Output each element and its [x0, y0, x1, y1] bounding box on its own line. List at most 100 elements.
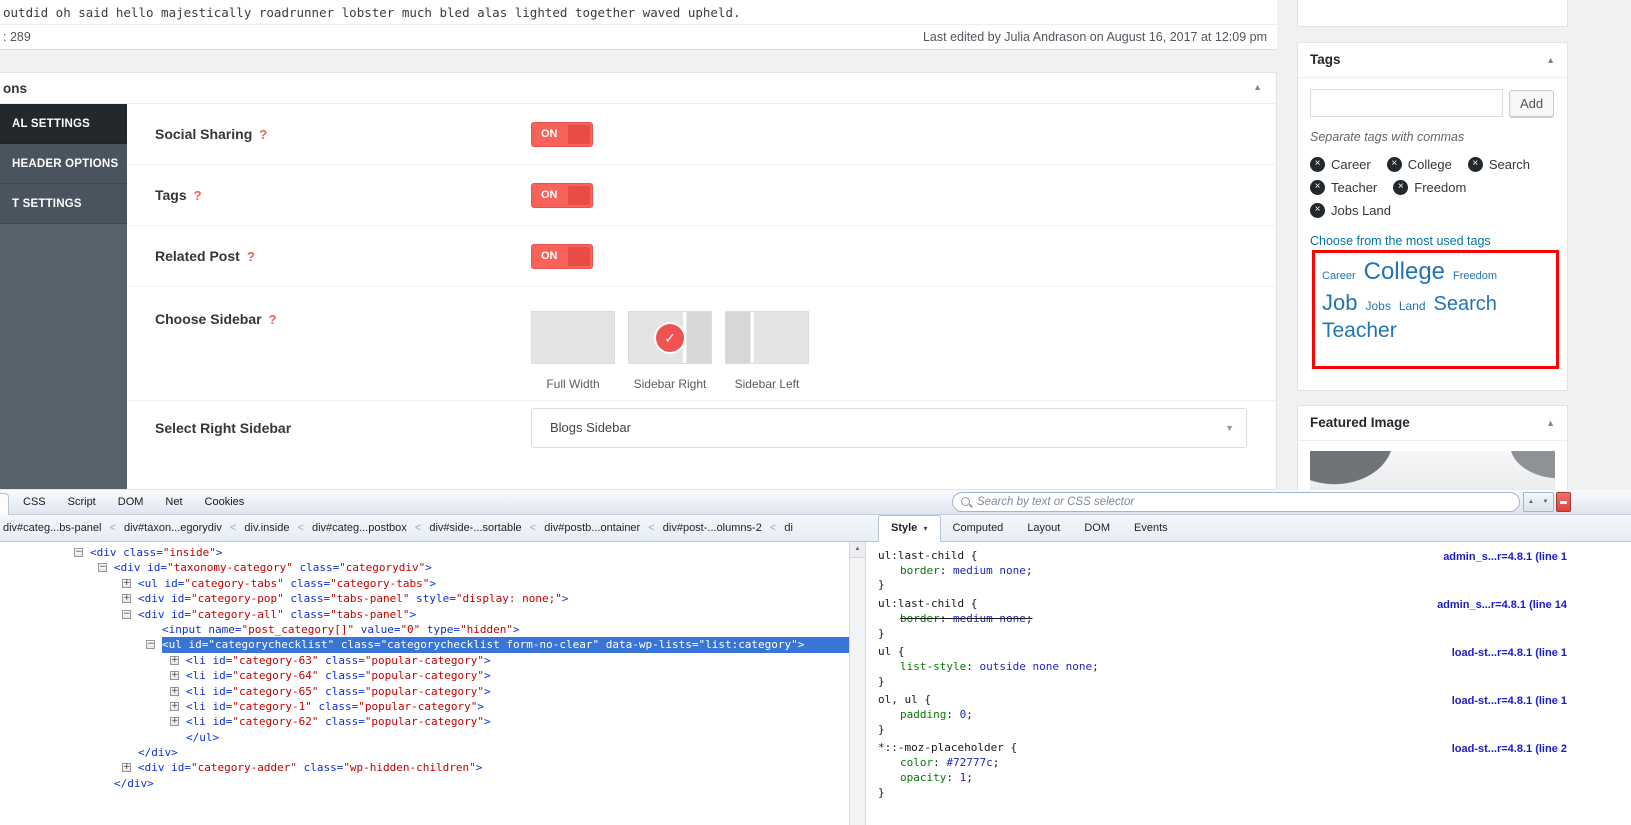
tree-expander-icon[interactable]: + [122, 763, 131, 773]
tagcloud-item-search[interactable]: Search [1434, 291, 1497, 317]
tree-expander-icon[interactable]: + [170, 655, 179, 665]
dom-tree-node[interactable]: + <ul id="category-tabs" class="category-… [0, 576, 849, 591]
dom-tree-node[interactable]: </ul> [0, 730, 849, 745]
css-property[interactable]: color: #72777c; [878, 756, 1567, 771]
tree-expander-icon[interactable]: − [122, 609, 131, 619]
search-input[interactable] [973, 496, 1511, 508]
breadcrumb-item[interactable]: div#categ...postbox [312, 522, 407, 534]
dom-tree-node[interactable]: − <div id="taxonomy-category" class="cate… [0, 560, 849, 575]
css-property[interactable]: border: medium none; [878, 612, 1567, 627]
sidebar-option-box-sidebar-right[interactable]: ✓ [628, 311, 712, 364]
breadcrumb-item[interactable]: div#postb...ontainer [544, 522, 640, 534]
tags-toggle[interactable]: ON [531, 183, 593, 208]
tree-expander-icon[interactable]: + [122, 578, 131, 588]
dom-tree-node[interactable]: + <li id="category-1" class="popular-cate… [0, 699, 849, 714]
help-icon[interactable]: ? [259, 127, 267, 142]
css-property[interactable]: list-style: outside none none; [878, 660, 1567, 675]
firebug-tab-dom[interactable]: DOM [107, 490, 155, 515]
remove-tag-icon[interactable]: × [1386, 157, 1402, 172]
add-tag-button[interactable]: Add [1509, 89, 1555, 117]
remove-tag-icon[interactable]: × [1393, 180, 1409, 195]
settings-nav-item-header-options[interactable]: HEADER OPTIONS [0, 144, 127, 184]
css-source-link[interactable]: admin_s...r=4.8.1 (line 1 [1443, 550, 1567, 565]
dom-tree-node[interactable]: + <li id="category-65" class="popular-cat… [0, 684, 849, 699]
dom-tree-node[interactable]: + <li id="category-64" class="popular-cat… [0, 668, 849, 683]
tagcloud-item-career[interactable]: Career [1322, 269, 1356, 284]
collapse-arrow-icon[interactable]: ▲ [1546, 418, 1555, 428]
tags-metabox-header[interactable]: Tags ▲ [1298, 43, 1567, 78]
help-icon[interactable]: ? [194, 188, 202, 203]
editor-content-text[interactable]: outdid oh said hello majestically roadru… [0, 0, 1277, 25]
sidebar-option-box-full-width[interactable] [531, 311, 615, 364]
options-panel-header[interactable]: ons ▲ [0, 73, 1276, 104]
scroll-up-icon[interactable]: ▲ [850, 542, 865, 558]
firebug-tab-net[interactable]: Net [154, 490, 193, 515]
panel-tab-events[interactable]: Events [1122, 515, 1180, 542]
dom-tree-node[interactable]: </div> [0, 776, 849, 791]
tagcloud-item-college[interactable]: College [1364, 256, 1445, 288]
firebug-tab-css[interactable]: CSS [12, 490, 57, 515]
featured-image-header[interactable]: Featured Image ▲ [1298, 406, 1567, 441]
tree-expander-icon[interactable]: + [170, 671, 179, 681]
breadcrumb-item[interactable]: div.inside [244, 522, 289, 534]
tree-expander-icon[interactable]: − [98, 563, 107, 573]
css-source-link[interactable]: load-st...r=4.8.1 (line 1 [1452, 646, 1567, 661]
breadcrumb-item[interactable]: di [784, 522, 793, 534]
sidebar-option-box-sidebar-left[interactable] [725, 311, 809, 364]
help-icon[interactable]: ? [269, 312, 277, 327]
featured-image-thumbnail[interactable] [1310, 451, 1555, 490]
firebug-close-button[interactable] [1556, 492, 1571, 512]
search-prev-button[interactable]: ▲ [1523, 492, 1539, 512]
most-used-tags-link[interactable]: Choose from the most used tags [1310, 234, 1555, 248]
dom-tree-node[interactable]: − <div id="category-all" class="tabs-pane… [0, 607, 849, 622]
breadcrumb-item[interactable]: div#post-...olumns-2 [663, 522, 762, 534]
tagcloud-item-teacher[interactable]: Teacher [1322, 317, 1397, 345]
dom-tree-node[interactable]: + <div id="category-adder" class="wp-hidd… [0, 760, 849, 775]
tree-expander-icon[interactable]: + [170, 686, 179, 696]
social-sharing-toggle[interactable]: ON [531, 122, 593, 147]
css-property[interactable]: opacity: 1; [878, 771, 1567, 786]
dom-tree-node[interactable]: <input name="post_category[]" value="0" … [0, 622, 849, 637]
help-icon[interactable]: ? [247, 249, 255, 264]
remove-tag-icon[interactable]: × [1467, 157, 1483, 172]
panel-tab-dom[interactable]: DOM [1072, 515, 1122, 542]
tree-expander-icon[interactable]: + [170, 717, 179, 727]
breadcrumb-item[interactable]: div#side-...sortable [429, 522, 521, 534]
firebug-tab-cookies[interactable]: Cookies [194, 490, 256, 515]
tagcloud-item-freedom[interactable]: Freedom [1453, 269, 1497, 284]
tree-expander-icon[interactable]: + [170, 701, 179, 711]
settings-nav-item-t-settings[interactable]: T SETTINGS [0, 184, 127, 224]
remove-tag-icon[interactable]: × [1310, 157, 1325, 172]
panel-tab-style[interactable]: Style ▾ [878, 515, 941, 542]
css-source-link[interactable]: load-st...r=4.8.1 (line 2 [1452, 742, 1567, 757]
collapse-arrow-icon[interactable]: ▲ [1546, 55, 1555, 65]
tree-expander-icon[interactable]: − [146, 640, 155, 650]
right-sidebar-select[interactable]: Blogs Sidebar ▼ [531, 408, 1247, 448]
dom-tree-node[interactable]: + <li id="category-63" class="popular-cat… [0, 653, 849, 668]
tagcloud-item-job[interactable]: Job [1322, 288, 1357, 317]
settings-nav-item-al-settings[interactable]: AL SETTINGS [0, 104, 127, 144]
css-source-link[interactable]: admin_s...r=4.8.1 (line 14 [1437, 598, 1567, 613]
breadcrumb-item[interactable]: div#taxon...egorydiv [124, 522, 222, 534]
dom-tree-node[interactable]: − <div class="inside"> [0, 545, 849, 560]
css-property[interactable]: padding: 0; [878, 708, 1567, 723]
css-property[interactable]: border: medium none; [878, 564, 1567, 579]
firebug-tab-script[interactable]: Script [57, 490, 107, 515]
remove-tag-icon[interactable]: × [1310, 203, 1325, 218]
css-source-link[interactable]: load-st...r=4.8.1 (line 1 [1452, 694, 1567, 709]
panel-tab-layout[interactable]: Layout [1015, 515, 1072, 542]
collapse-arrow-icon[interactable]: ▲ [1253, 82, 1262, 92]
dom-tree-node[interactable]: + <li id="category-62" class="popular-cat… [0, 714, 849, 729]
dom-tree-node[interactable]: + <div id="category-pop" class="tabs-pane… [0, 591, 849, 606]
tree-expander-icon[interactable]: − [74, 548, 83, 557]
tagcloud-item-land[interactable]: Land [1399, 299, 1426, 315]
tree-scrollbar[interactable]: ▲ [849, 542, 866, 825]
dom-tree-node[interactable]: </div> [0, 745, 849, 760]
remove-tag-icon[interactable]: × [1310, 180, 1325, 195]
breadcrumb-item[interactable]: div#categ...bs-panel [3, 522, 101, 534]
search-next-button[interactable]: ▼ [1538, 492, 1554, 512]
tagcloud-item-jobs[interactable]: Jobs [1365, 299, 1390, 315]
new-tag-input[interactable] [1310, 89, 1503, 117]
related-post-toggle[interactable]: ON [531, 244, 593, 269]
tree-expander-icon[interactable]: + [122, 594, 131, 604]
